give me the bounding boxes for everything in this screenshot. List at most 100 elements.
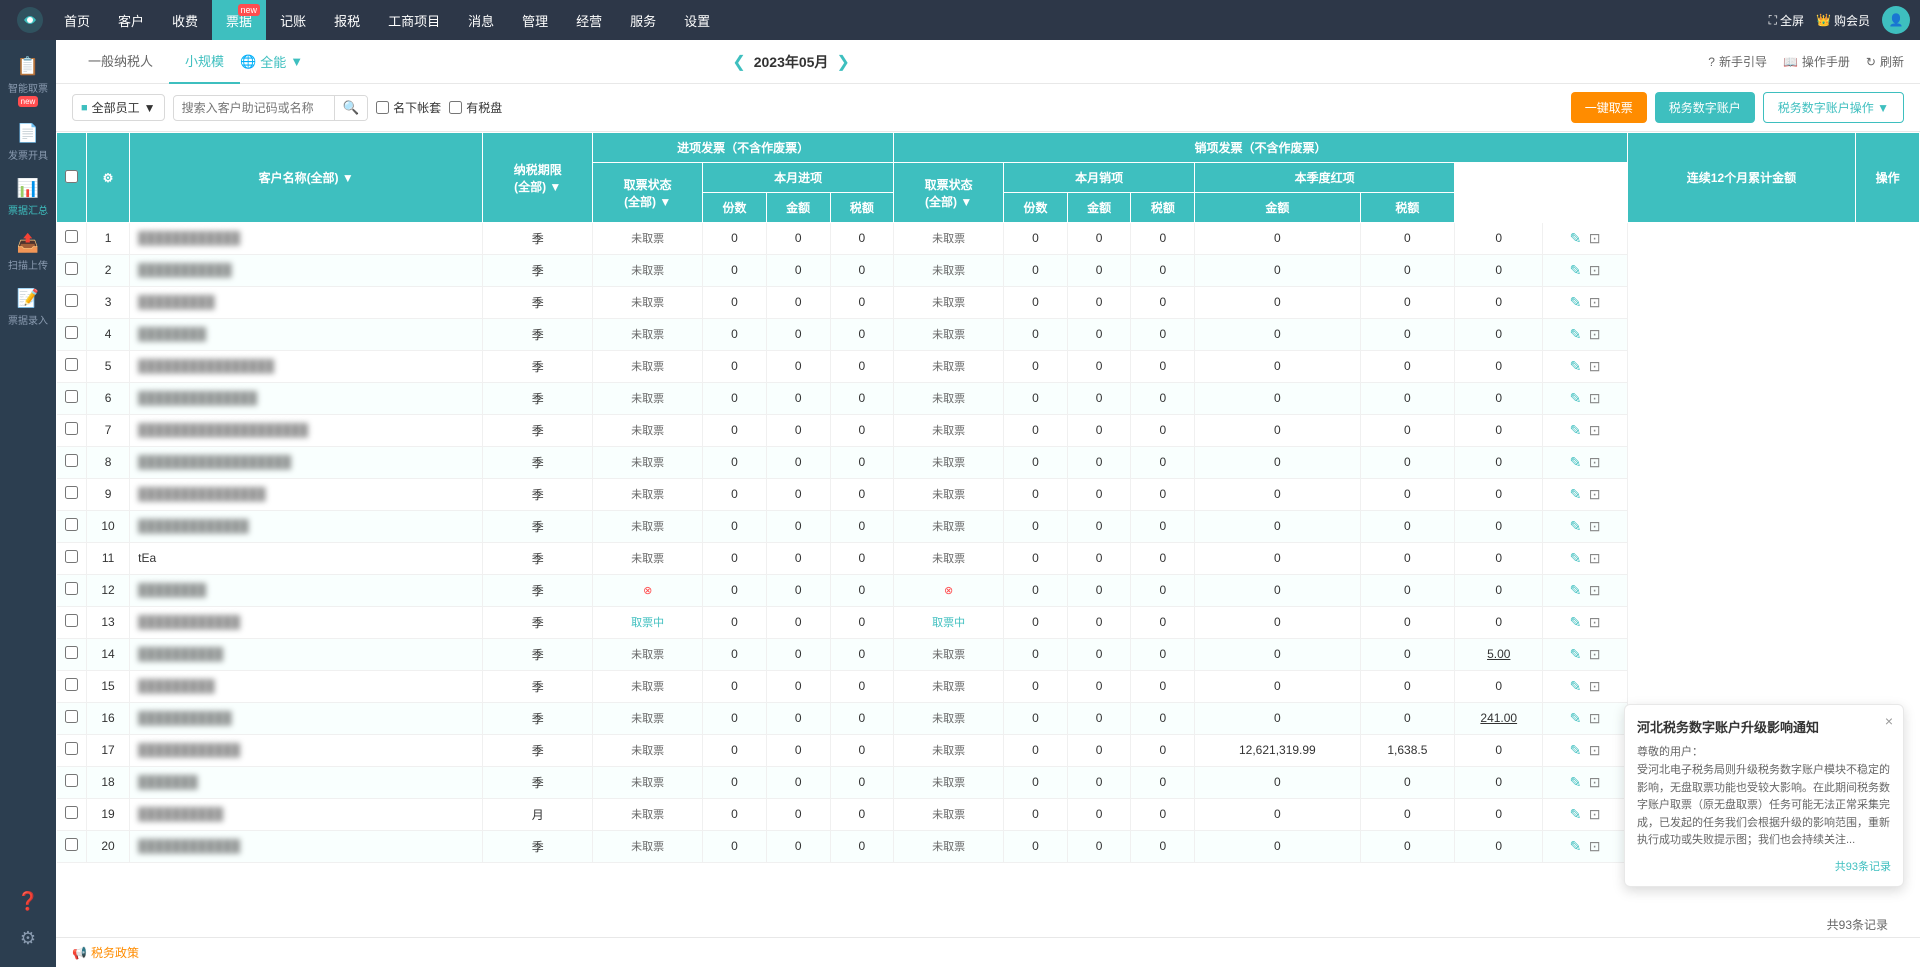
copy-btn[interactable]: ⊡ xyxy=(1587,452,1603,473)
copy-btn[interactable]: ⊡ xyxy=(1587,676,1603,697)
nav-service[interactable]: 服务 xyxy=(616,0,670,40)
sidebar-item-scan-upload[interactable]: 📤 扫描上传 xyxy=(0,225,56,280)
copy-btn[interactable]: ⊡ xyxy=(1587,420,1603,441)
row-checkbox[interactable] xyxy=(57,574,87,606)
nav-management[interactable]: 管理 xyxy=(508,0,562,40)
edit-btn[interactable]: ✎ xyxy=(1568,676,1584,697)
nav-operation[interactable]: 经营 xyxy=(562,0,616,40)
copy-btn[interactable]: ⊡ xyxy=(1587,516,1603,537)
copy-btn[interactable]: ⊡ xyxy=(1587,324,1603,345)
row-checkbox[interactable] xyxy=(57,638,87,670)
row-checkbox[interactable] xyxy=(57,798,87,830)
edit-btn[interactable]: ✎ xyxy=(1568,452,1584,473)
sidebar-item-config[interactable]: ⚙ xyxy=(17,920,39,957)
edit-btn[interactable]: ✎ xyxy=(1568,388,1584,409)
edit-btn[interactable]: ✎ xyxy=(1568,708,1584,729)
edit-btn[interactable]: ✎ xyxy=(1568,580,1584,601)
row-checkbox[interactable] xyxy=(57,734,87,766)
row-checkbox[interactable] xyxy=(57,478,87,510)
copy-btn[interactable]: ⊡ xyxy=(1587,228,1603,249)
edit-btn[interactable]: ✎ xyxy=(1568,484,1584,505)
nav-business[interactable]: 工商项目 xyxy=(374,0,454,40)
next-period-btn[interactable]: ❯ xyxy=(836,52,849,72)
copy-btn[interactable]: ⊡ xyxy=(1587,612,1603,633)
row-checkbox[interactable] xyxy=(57,446,87,478)
row-checkbox[interactable] xyxy=(57,830,87,862)
edit-btn[interactable]: ✎ xyxy=(1568,420,1584,441)
row-checkbox[interactable] xyxy=(57,223,87,255)
prev-period-btn[interactable]: ❮ xyxy=(732,52,745,72)
copy-btn[interactable]: ⊡ xyxy=(1587,708,1603,729)
copy-btn[interactable]: ⊡ xyxy=(1587,644,1603,665)
row-checkbox[interactable] xyxy=(57,254,87,286)
edit-btn[interactable]: ✎ xyxy=(1568,740,1584,761)
edit-btn[interactable]: ✎ xyxy=(1568,612,1584,633)
edit-btn[interactable]: ✎ xyxy=(1568,548,1584,569)
sidebar-item-help[interactable]: ❓ xyxy=(17,883,39,920)
search-btn[interactable]: 🔍 xyxy=(334,96,368,120)
edit-btn[interactable]: ✎ xyxy=(1568,324,1584,345)
member-btn[interactable]: 👑 购会员 xyxy=(1816,12,1870,29)
notification-close-btn[interactable]: × xyxy=(1885,713,1893,729)
nav-accounting[interactable]: 记账 xyxy=(266,0,320,40)
refresh-btn[interactable]: ↻ 刷新 xyxy=(1866,53,1904,70)
nav-customers[interactable]: 客户 xyxy=(104,0,158,40)
edit-btn[interactable]: ✎ xyxy=(1568,804,1584,825)
select-all-checkbox[interactable] xyxy=(65,170,78,183)
sidebar-item-smart-fetch[interactable]: 📋 智能取票 new xyxy=(0,48,56,115)
fullscreen-btn[interactable]: ⛶ 全屏 xyxy=(1769,12,1804,29)
row-checkbox[interactable] xyxy=(57,318,87,350)
row-checkbox[interactable] xyxy=(57,414,87,446)
row-checkbox[interactable] xyxy=(57,542,87,574)
edit-btn[interactable]: ✎ xyxy=(1568,260,1584,281)
user-avatar[interactable]: 👤 xyxy=(1882,6,1910,34)
copy-btn[interactable]: ⊡ xyxy=(1587,580,1603,601)
tax-account-btn[interactable]: 税务数字账户 xyxy=(1655,92,1755,123)
has-invoice-check-input[interactable] xyxy=(449,101,462,114)
copy-btn[interactable]: ⊡ xyxy=(1587,356,1603,377)
copy-btn[interactable]: ⊡ xyxy=(1587,260,1603,281)
employee-filter[interactable]: ■ 全部员工 ▼ xyxy=(72,94,165,121)
copy-btn[interactable]: ⊡ xyxy=(1587,388,1603,409)
copy-btn[interactable]: ⊡ xyxy=(1587,772,1603,793)
edit-btn[interactable]: ✎ xyxy=(1568,356,1584,377)
nav-messages[interactable]: 消息 xyxy=(454,0,508,40)
nav-billing[interactable]: 收费 xyxy=(158,0,212,40)
edit-btn[interactable]: ✎ xyxy=(1568,292,1584,313)
copy-btn[interactable]: ⊡ xyxy=(1587,740,1603,761)
copy-btn[interactable]: ⊡ xyxy=(1587,292,1603,313)
tax-policy-link[interactable]: 📢 税务政策 xyxy=(72,944,139,961)
search-input[interactable] xyxy=(174,97,334,119)
sidebar-item-invoice-summary[interactable]: 📊 票据汇总 xyxy=(0,170,56,225)
nav-home[interactable]: 首页 xyxy=(50,0,104,40)
one-click-fetch-btn[interactable]: 一键取票 xyxy=(1571,92,1647,123)
ledger-checkbox[interactable]: 名下帐套 xyxy=(376,99,441,116)
sidebar-item-invoice-open[interactable]: 📄 发票开具 xyxy=(0,115,56,170)
row-checkbox[interactable] xyxy=(57,606,87,638)
row-checkbox[interactable] xyxy=(57,382,87,414)
row-checkbox[interactable] xyxy=(57,510,87,542)
tab-all-capable[interactable]: 🌐 全能 ▼ xyxy=(240,52,303,71)
ledger-check-input[interactable] xyxy=(376,101,389,114)
nav-settings[interactable]: 设置 xyxy=(670,0,724,40)
copy-btn[interactable]: ⊡ xyxy=(1587,548,1603,569)
new-user-guide-btn[interactable]: ? 新手引导 xyxy=(1708,53,1767,70)
nav-tax[interactable]: 报税 xyxy=(320,0,374,40)
row-checkbox[interactable] xyxy=(57,670,87,702)
edit-btn[interactable]: ✎ xyxy=(1568,772,1584,793)
nav-invoice[interactable]: 票据 new xyxy=(212,0,266,40)
tab-general-taxpayer[interactable]: 一般纳税人 xyxy=(72,40,169,84)
copy-btn[interactable]: ⊡ xyxy=(1587,836,1603,857)
copy-btn[interactable]: ⊡ xyxy=(1587,804,1603,825)
has-invoice-checkbox[interactable]: 有税盘 xyxy=(449,99,502,116)
edit-btn[interactable]: ✎ xyxy=(1568,228,1584,249)
row-checkbox[interactable] xyxy=(57,702,87,734)
manual-btn[interactable]: 📖 操作手册 xyxy=(1783,53,1850,70)
edit-btn[interactable]: ✎ xyxy=(1568,836,1584,857)
tax-account-op-btn[interactable]: 税务数字账户操作 ▼ xyxy=(1763,92,1904,123)
edit-btn[interactable]: ✎ xyxy=(1568,644,1584,665)
row-checkbox[interactable] xyxy=(57,350,87,382)
sidebar-item-invoice-entry[interactable]: 📝 票据录入 xyxy=(0,280,56,335)
row-checkbox[interactable] xyxy=(57,766,87,798)
edit-btn[interactable]: ✎ xyxy=(1568,516,1584,537)
